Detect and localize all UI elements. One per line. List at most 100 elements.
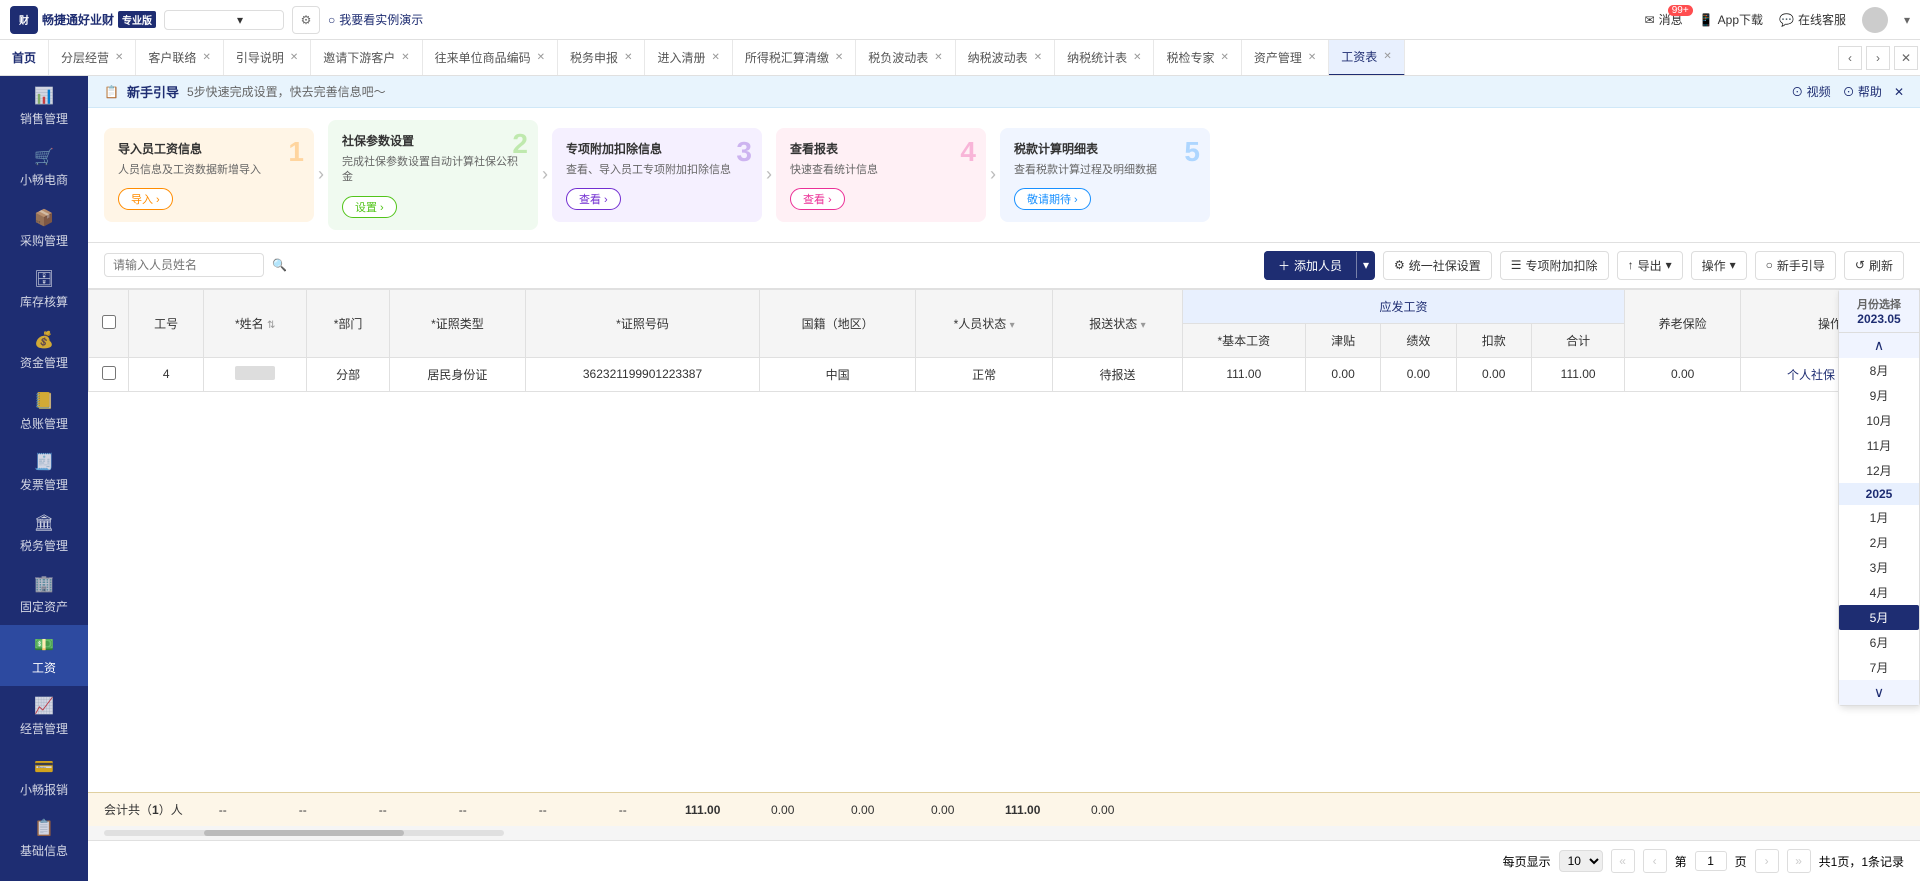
tab-prev-button[interactable]: ‹: [1838, 46, 1862, 70]
add-employee-button[interactable]: ＋ 添加人员: [1264, 251, 1356, 280]
tab-tax-exempt[interactable]: 税负波动表 ✕: [856, 40, 955, 76]
message-button[interactable]: ✉ 消息 99+: [1645, 11, 1683, 28]
sidebar-item-tax[interactable]: 🏛 税务管理: [0, 503, 88, 564]
demo-button[interactable]: ○ 我要看实例演示: [328, 11, 423, 28]
close-icon[interactable]: ✕: [1383, 51, 1391, 62]
sidebar-item-ecommerce[interactable]: 🛒 小畅电商: [0, 137, 88, 198]
sidebar-item-marketing[interactable]: 💳 小畅报销: [0, 747, 88, 808]
page-size-select[interactable]: 10 20 50: [1559, 850, 1603, 872]
scrollbar-thumb[interactable]: [204, 830, 404, 836]
sidebar-item-operations[interactable]: 📈 经营管理: [0, 686, 88, 747]
tab-invite[interactable]: 邀请下游客户 ✕: [311, 40, 422, 76]
tab-next-button[interactable]: ›: [1866, 46, 1890, 70]
month-item-12[interactable]: 12月: [1839, 458, 1919, 483]
step-action-button[interactable]: 查看 ›: [566, 188, 621, 210]
close-icon[interactable]: ✕: [290, 52, 298, 63]
month-item-4[interactable]: 4月: [1839, 580, 1919, 605]
online-service-button[interactable]: 💬 在线客服: [1779, 11, 1846, 28]
close-guide-button[interactable]: ✕: [1894, 85, 1904, 99]
video-button[interactable]: ⊙ 视频: [1791, 83, 1830, 100]
sidebar-item-salary[interactable]: 💵 工资: [0, 625, 88, 686]
sidebar-item-purchase[interactable]: 📦 采购管理: [0, 198, 88, 259]
month-item-2[interactable]: 2月: [1839, 530, 1919, 555]
name-header: *姓名 ⇅: [204, 289, 307, 357]
close-icon[interactable]: ✕: [401, 52, 409, 63]
close-icon[interactable]: ✕: [202, 52, 210, 63]
month-item-6[interactable]: 6月: [1839, 630, 1919, 655]
step-action-button[interactable]: 查看 ›: [790, 188, 845, 210]
page-last-button[interactable]: »: [1787, 849, 1811, 873]
tab-customer[interactable]: 客户联络 ✕: [136, 40, 223, 76]
page-first-button[interactable]: «: [1611, 849, 1635, 873]
page-number-input[interactable]: [1695, 851, 1727, 871]
step-action-button[interactable]: 设置 ›: [342, 196, 397, 218]
page-prev-button[interactable]: ‹: [1643, 849, 1667, 873]
tab-tax-expert[interactable]: 税检专家 ✕: [1154, 40, 1241, 76]
tab-clearance[interactable]: 进入清册 ✕: [645, 40, 732, 76]
tab-guide[interactable]: 引导说明 ✕: [224, 40, 311, 76]
month-item-10[interactable]: 10月: [1839, 408, 1919, 433]
page-next-button[interactable]: ›: [1755, 849, 1779, 873]
step-desc: 人员信息及工资数据新增导入: [118, 163, 300, 178]
personal-social-button[interactable]: 个人社保: [1787, 366, 1835, 383]
close-icon[interactable]: ✕: [934, 52, 942, 63]
action-button[interactable]: 操作 ▾: [1691, 251, 1747, 280]
tab-assets[interactable]: 资产管理 ✕: [1242, 40, 1329, 76]
tab-goods-code[interactable]: 往来单位商品编码 ✕: [423, 40, 558, 76]
sidebar-item-ledger[interactable]: 📒 总账管理: [0, 381, 88, 442]
search-input[interactable]: [104, 253, 264, 277]
sidebar-item-finance[interactable]: 💰 资金管理: [0, 320, 88, 381]
refresh-button[interactable]: ↺ 刷新: [1844, 251, 1904, 280]
tab-tax-calc[interactable]: 所得税汇算清缴 ✕: [733, 40, 856, 76]
close-icon[interactable]: ✕: [115, 52, 123, 63]
search-button[interactable]: 🔍: [272, 258, 287, 272]
sidebar-item-sales[interactable]: 📊 销售管理: [0, 76, 88, 137]
month-item-11[interactable]: 11月: [1839, 433, 1919, 458]
sidebar-item-invoice[interactable]: 🧾 发票管理: [0, 442, 88, 503]
close-icon[interactable]: ✕: [711, 52, 719, 63]
month-item-9[interactable]: 9月: [1839, 383, 1919, 408]
help-button[interactable]: ⊙ 帮助: [1843, 83, 1882, 100]
close-icon[interactable]: ✕: [1308, 52, 1316, 63]
row-select-checkbox[interactable]: [102, 366, 116, 380]
footer-cell-total: 111.00: [983, 803, 1063, 817]
tab-tax-stat3[interactable]: 纳税统计表 ✕: [1055, 40, 1154, 76]
month-item-3[interactable]: 3月: [1839, 555, 1919, 580]
social-settings-button[interactable]: ⚙ 统一社保设置: [1383, 251, 1492, 280]
tab-home[interactable]: 首页: [0, 40, 49, 76]
tab-partition[interactable]: 分层经营 ✕: [49, 40, 136, 76]
scrollbar-track[interactable]: [104, 830, 504, 836]
step-action-button[interactable]: 导入 ›: [118, 188, 173, 210]
close-icon[interactable]: ✕: [1133, 52, 1141, 63]
export-button[interactable]: ↑ 导出 ▾: [1617, 251, 1683, 280]
tab-salary[interactable]: 工资表 ✕: [1329, 40, 1404, 76]
newguide-button[interactable]: ○ 新手引导: [1755, 251, 1836, 280]
add-employee-dropdown-button[interactable]: ▾: [1356, 252, 1375, 278]
month-item-1[interactable]: 1月: [1839, 505, 1919, 530]
sidebar-item-fixed-assets[interactable]: 🏢 固定资产: [0, 564, 88, 625]
company-selector[interactable]: ▾: [164, 10, 284, 30]
month-item-7[interactable]: 7月: [1839, 655, 1919, 680]
tab-close-all-button[interactable]: ✕: [1894, 46, 1918, 70]
sidebar-item-basic[interactable]: 📋 基础信息: [0, 808, 88, 869]
extra-deduction-button[interactable]: ☰ 专项附加扣除: [1500, 251, 1609, 280]
sidebar-item-system[interactable]: ⚙ 系统管理: [0, 869, 88, 881]
select-all-checkbox[interactable]: [102, 315, 116, 329]
close-icon[interactable]: ✕: [835, 52, 843, 63]
close-icon[interactable]: ✕: [537, 52, 545, 63]
month-nav-down-button[interactable]: ∨: [1870, 682, 1888, 703]
close-icon[interactable]: ✕: [1034, 52, 1042, 63]
sidebar-item-inventory[interactable]: 🗄 库存核算: [0, 259, 88, 320]
app-download-button[interactable]: 📱 App下载: [1699, 11, 1763, 28]
gear-button[interactable]: ⚙: [292, 6, 320, 34]
month-nav-up-button[interactable]: ∧: [1870, 335, 1888, 356]
close-icon[interactable]: ✕: [624, 52, 632, 63]
tab-tax-report[interactable]: 税务申报 ✕: [558, 40, 645, 76]
row-nationality: 中国: [760, 357, 916, 391]
tab-tax-stat2[interactable]: 纳税波动表 ✕: [956, 40, 1055, 76]
month-item-8[interactable]: 8月: [1839, 358, 1919, 383]
avatar[interactable]: [1862, 7, 1888, 33]
month-item-5[interactable]: 5月: [1839, 605, 1919, 630]
close-icon[interactable]: ✕: [1221, 52, 1229, 63]
step-action-button[interactable]: 敬请期待 ›: [1014, 188, 1091, 210]
